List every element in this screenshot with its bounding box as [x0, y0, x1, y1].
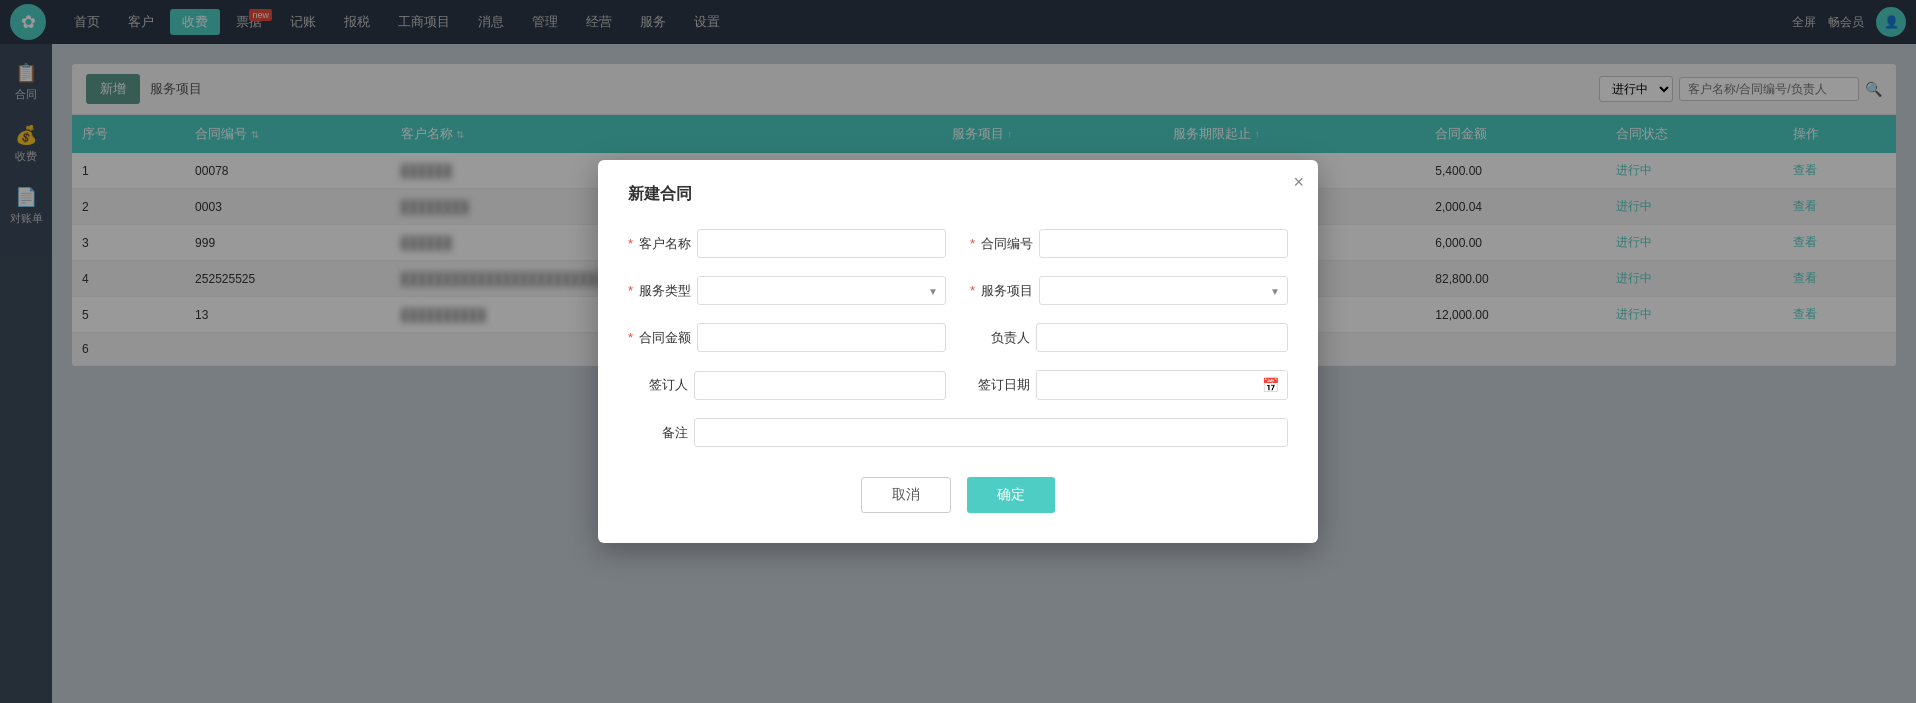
sign-date-wrapper: 2023-06-06 📅 — [1036, 370, 1288, 400]
service-item-label: * 服务项目 — [970, 282, 1033, 300]
form-row-2: * 服务类型 ▼ * 服务项目 ▼ — [628, 276, 1288, 305]
service-type-select[interactable] — [697, 276, 946, 305]
signer-input[interactable] — [694, 371, 946, 400]
confirm-button[interactable]: 确定 — [967, 477, 1055, 513]
modal-footer: 取消 确定 — [628, 477, 1288, 513]
service-item-select[interactable] — [1039, 276, 1288, 305]
responsible-person-label: 负责人 — [970, 329, 1030, 347]
amount-label: * 合同金额 — [628, 329, 691, 347]
contract-no-label: * 合同编号 — [970, 235, 1033, 253]
responsible-person-input[interactable] — [1036, 323, 1288, 352]
form-row-5: 备注 — [628, 418, 1288, 447]
required-star-contract: * — [970, 236, 975, 251]
form-row-4: 签订人 签订日期 2023-06-06 📅 — [628, 370, 1288, 400]
sign-date-label: 签订日期 — [970, 376, 1030, 394]
form-group-amount: * 合同金额 0.00 — [628, 323, 946, 352]
required-star-service-type: * — [628, 283, 633, 298]
modal-overlay[interactable]: × 新建合同 * 客户名称 * 合同编号 — [0, 0, 1916, 703]
service-type-label: * 服务类型 — [628, 282, 691, 300]
form-row-3: * 合同金额 0.00 负责人 — [628, 323, 1288, 352]
required-star-service-item: * — [970, 283, 975, 298]
service-type-select-wrapper: ▼ — [697, 276, 946, 305]
required-star-amount: * — [628, 330, 633, 345]
remarks-input[interactable] — [694, 418, 1288, 447]
form-group-service-type: * 服务类型 ▼ — [628, 276, 946, 305]
form-group-responsible: 负责人 — [970, 323, 1288, 352]
required-star-customer: * — [628, 236, 633, 251]
cancel-button[interactable]: 取消 — [861, 477, 951, 513]
form-row-1: * 客户名称 * 合同编号 — [628, 229, 1288, 258]
signer-label: 签订人 — [628, 376, 688, 394]
modal-title: 新建合同 — [628, 184, 1288, 205]
new-contract-modal: × 新建合同 * 客户名称 * 合同编号 — [598, 160, 1318, 543]
service-item-select-wrapper: ▼ — [1039, 276, 1288, 305]
customer-name-input[interactable] — [697, 229, 946, 258]
calendar-icon[interactable]: 📅 — [1262, 377, 1279, 393]
form-group-customer: * 客户名称 — [628, 229, 946, 258]
contract-amount-input[interactable]: 0.00 — [697, 323, 946, 352]
contract-no-input[interactable] — [1039, 229, 1288, 258]
form-group-service-item: * 服务项目 ▼ — [970, 276, 1288, 305]
remarks-label: 备注 — [628, 424, 688, 442]
form-group-signer: 签订人 — [628, 370, 946, 400]
form-group-remarks: 备注 — [628, 418, 1288, 447]
form-group-contract-no: * 合同编号 — [970, 229, 1288, 258]
form-group-sign-date: 签订日期 2023-06-06 📅 — [970, 370, 1288, 400]
sign-date-input[interactable]: 2023-06-06 — [1045, 378, 1262, 393]
modal-close-button[interactable]: × — [1293, 172, 1304, 193]
customer-name-label: * 客户名称 — [628, 235, 691, 253]
